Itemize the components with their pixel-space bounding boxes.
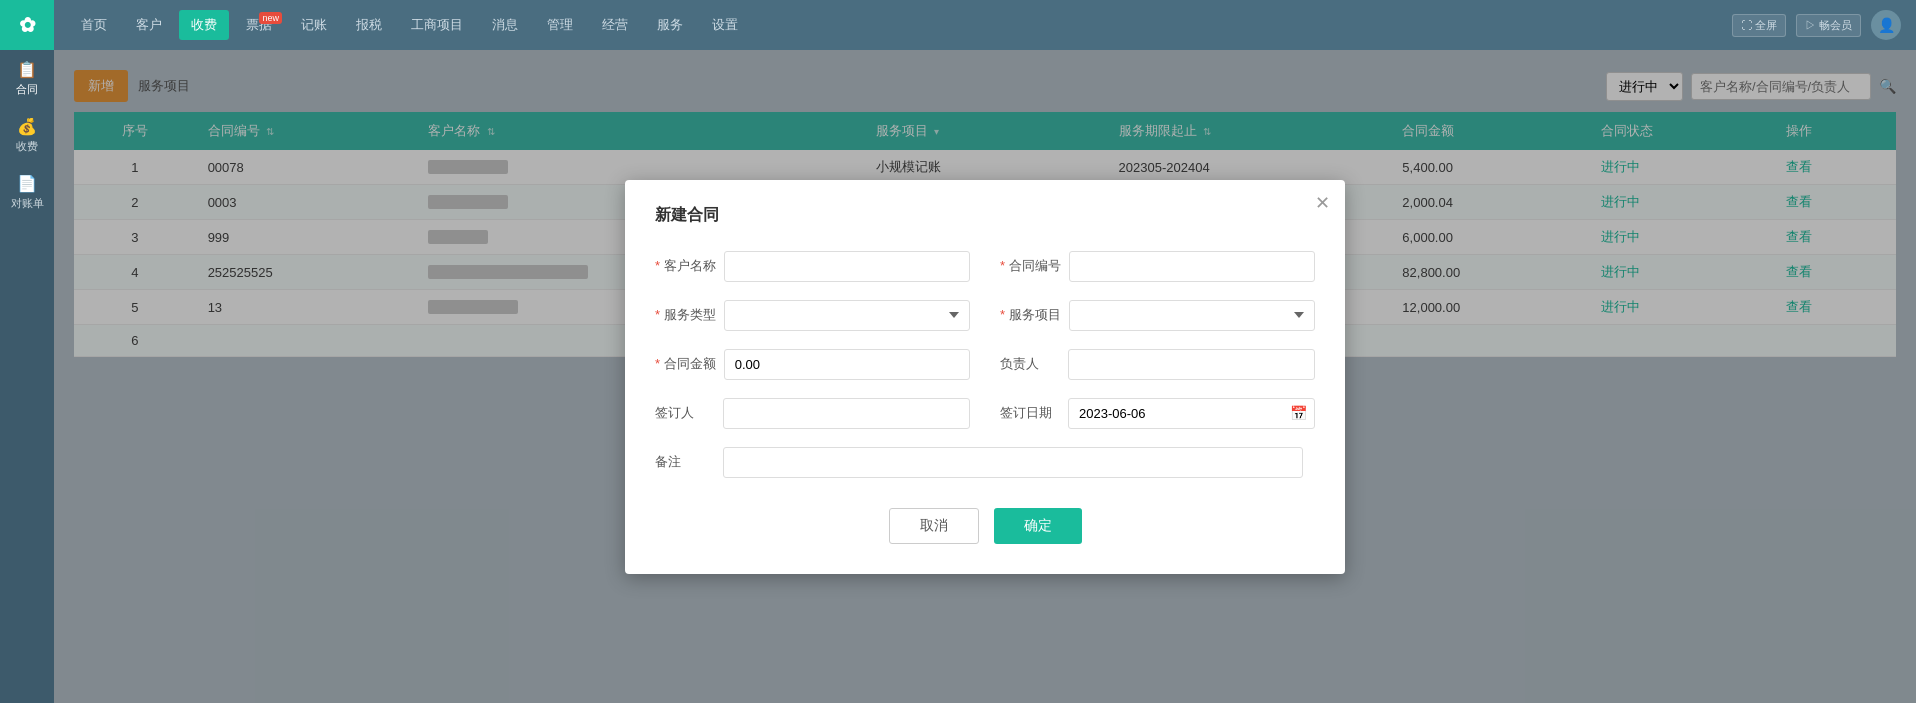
sign-date-label: 签订日期	[1000, 404, 1060, 422]
nav-home[interactable]: 首页	[69, 10, 119, 40]
sidebar: ✿ 📋 合同 💰 收费 📄 对账单	[0, 0, 54, 703]
contract-no-input[interactable]	[1069, 251, 1315, 282]
sidebar-logo[interactable]: ✿	[0, 0, 54, 50]
nav-manage[interactable]: 管理	[535, 10, 585, 40]
fullscreen-icon: ⛶	[1741, 19, 1752, 31]
nav-business[interactable]: 工商项目	[399, 10, 475, 40]
statement-icon: 📄	[17, 174, 37, 193]
modal-title: 新建合同	[655, 205, 1315, 226]
calendar-icon[interactable]: 📅	[1290, 405, 1307, 421]
remark-label: 备注	[655, 453, 715, 471]
nav-customer[interactable]: 客户	[124, 10, 174, 40]
fullscreen-button[interactable]: ⛶ 全屏	[1732, 14, 1786, 37]
fee-icon: 💰	[17, 117, 37, 136]
sidebar-item-contract[interactable]: 📋 合同	[0, 50, 54, 107]
modal-footer: 取消 确定	[655, 508, 1315, 544]
new-badge: new	[259, 12, 282, 24]
avatar-icon: 👤	[1878, 17, 1895, 33]
modal: ✕ 新建合同 客户名称 合同编号 服务类型	[625, 180, 1345, 574]
form-row-responsible: 负责人	[1000, 349, 1315, 380]
remark-input[interactable]	[723, 447, 1303, 478]
signer-label: 签订人	[655, 404, 715, 422]
form-row-sign-date: 签订日期 📅	[1000, 398, 1315, 429]
fullscreen-label: 全屏	[1755, 19, 1777, 31]
service-type-select[interactable]	[724, 300, 970, 331]
sign-date-input[interactable]	[1068, 398, 1315, 429]
sidebar-item-fee-label: 收费	[16, 139, 38, 154]
member-label: 畅会员	[1819, 19, 1852, 31]
responsible-person-label: 负责人	[1000, 355, 1060, 373]
cancel-button[interactable]: 取消	[889, 508, 979, 544]
nav-message[interactable]: 消息	[480, 10, 530, 40]
main-area: 首页 客户 收费 票据 new 记账 报税 工商项目 消息 管理 经营 服务 设…	[54, 0, 1916, 703]
nav-tax[interactable]: 报税	[344, 10, 394, 40]
form-row-amount: 合同金额	[655, 349, 970, 380]
form-row-customer: 客户名称	[655, 251, 970, 282]
content-area: 新增 服务项目 进行中 已完成 已终止 🔍 序号 合同编号 ⇅	[54, 50, 1916, 703]
contract-amount-label: 合同金额	[655, 355, 716, 373]
sidebar-item-contract-label: 合同	[16, 82, 38, 97]
confirm-button[interactable]: 确定	[994, 508, 1082, 544]
form-grid: 客户名称 合同编号 服务类型 服务项目	[655, 251, 1315, 478]
customer-name-input[interactable]	[724, 251, 970, 282]
form-row-service-item: 服务项目	[1000, 300, 1315, 331]
form-row-signer: 签订人	[655, 398, 970, 429]
nav-settings[interactable]: 设置	[700, 10, 750, 40]
avatar[interactable]: 👤	[1871, 10, 1901, 40]
nav-bookkeeping[interactable]: 记账	[289, 10, 339, 40]
contract-no-label: 合同编号	[1000, 257, 1061, 275]
modal-overlay: ✕ 新建合同 客户名称 合同编号 服务类型	[54, 50, 1916, 703]
nav-fee[interactable]: 收费	[179, 10, 229, 40]
sidebar-item-fee[interactable]: 💰 收费	[0, 107, 54, 164]
service-type-label: 服务类型	[655, 306, 716, 324]
service-item-label: 服务项目	[1000, 306, 1061, 324]
signer-input[interactable]	[723, 398, 970, 429]
form-row-remark: 备注	[655, 447, 1315, 478]
play-icon: ▷	[1805, 19, 1816, 31]
form-row-service-type: 服务类型	[655, 300, 970, 331]
form-row-contract-no: 合同编号	[1000, 251, 1315, 282]
member-button[interactable]: ▷ 畅会员	[1796, 14, 1861, 37]
nav-invoice[interactable]: 票据 new	[234, 10, 284, 40]
topnav-right: ⛶ 全屏 ▷ 畅会员 👤	[1732, 10, 1901, 40]
sidebar-item-statement[interactable]: 📄 对账单	[0, 164, 54, 221]
nav-operation[interactable]: 经营	[590, 10, 640, 40]
customer-name-label: 客户名称	[655, 257, 716, 275]
responsible-person-input[interactable]	[1068, 349, 1315, 380]
logo-icon: ✿	[19, 13, 36, 37]
modal-close-button[interactable]: ✕	[1315, 192, 1330, 214]
service-item-select[interactable]	[1069, 300, 1315, 331]
topnav: 首页 客户 收费 票据 new 记账 报税 工商项目 消息 管理 经营 服务 设…	[54, 0, 1916, 50]
contract-icon: 📋	[17, 60, 37, 79]
nav-service[interactable]: 服务	[645, 10, 695, 40]
sign-date-wrapper: 📅	[1068, 398, 1315, 429]
contract-amount-input[interactable]	[724, 349, 970, 380]
sidebar-item-statement-label: 对账单	[11, 196, 44, 211]
